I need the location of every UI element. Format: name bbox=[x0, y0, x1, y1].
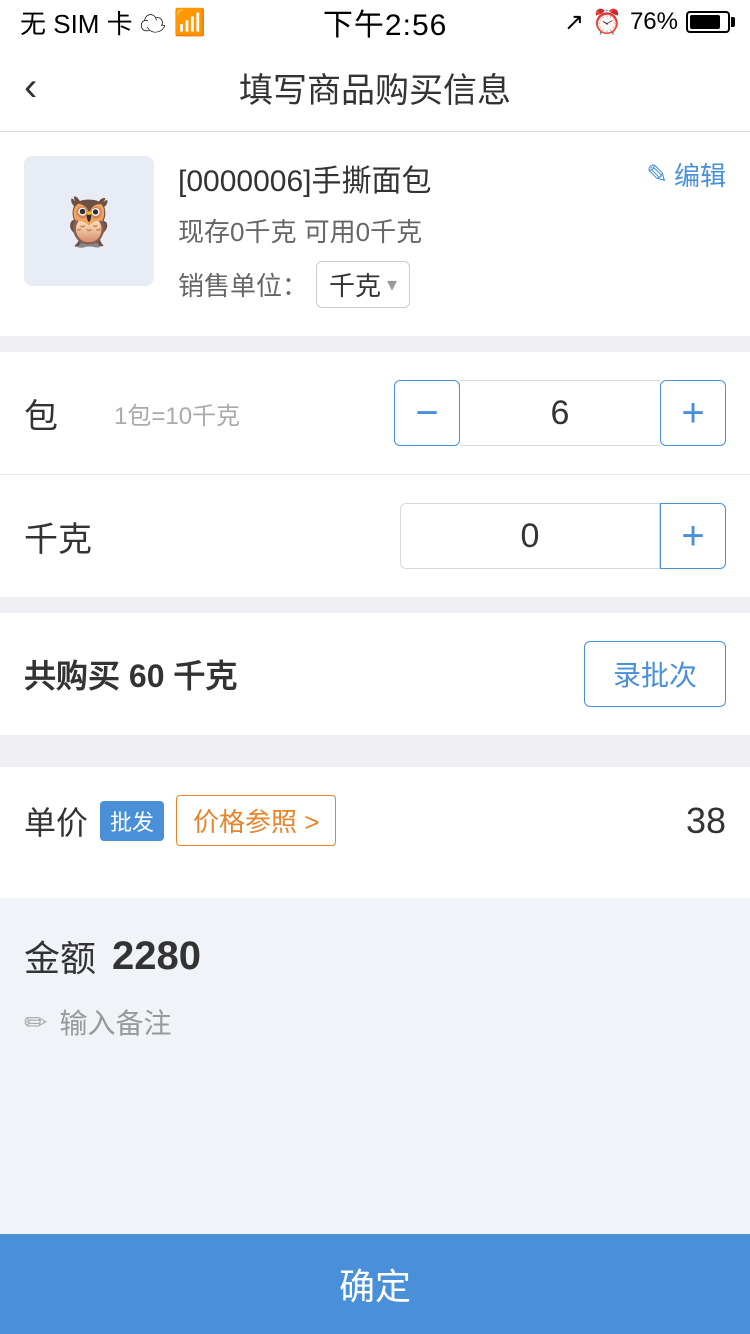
product-unit-row: 销售单位： 千克 ▾ bbox=[178, 261, 726, 308]
bag-quantity-control: − + bbox=[394, 380, 726, 446]
kg-increment-button[interactable]: + bbox=[660, 503, 726, 569]
wifi-icon: 📶 bbox=[174, 7, 206, 38]
total-text: 共购买 60 千克 bbox=[24, 651, 237, 697]
bag-decrement-button[interactable]: − bbox=[394, 380, 460, 446]
product-name: [0000006]手撕面包 bbox=[178, 156, 726, 200]
chevron-down-icon: ▾ bbox=[387, 272, 397, 297]
amount-row: 金额 2280 bbox=[24, 930, 726, 982]
price-badge: 批发 bbox=[100, 801, 164, 841]
content-area: 🦉 [0000006]手撕面包 现存0千克 可用0千克 销售单位： 千克 ▾ ✎… bbox=[0, 132, 750, 1234]
unit-value: 千克 bbox=[329, 266, 381, 303]
product-info: [0000006]手撕面包 现存0千克 可用0千克 销售单位： 千克 ▾ bbox=[178, 156, 726, 308]
kg-input-row: 千克 + bbox=[0, 475, 750, 597]
price-value: 38 bbox=[686, 800, 726, 842]
battery-percent: 76% bbox=[630, 8, 678, 36]
alarm-icon: ⏰ bbox=[592, 8, 622, 37]
amount-label: 金额 bbox=[24, 930, 96, 982]
total-section: 共购买 60 千克 录批次 bbox=[0, 613, 750, 735]
nav-bar: ‹ 填写商品购买信息 bbox=[0, 44, 750, 132]
edit-button[interactable]: ✎ 编辑 bbox=[646, 156, 726, 193]
price-label: 单价 bbox=[24, 798, 88, 844]
amount-value: 2280 bbox=[112, 934, 201, 979]
status-time: 下午2:56 bbox=[323, 0, 447, 44]
bag-increment-button[interactable]: + bbox=[660, 380, 726, 446]
total-suffix: 千克 bbox=[173, 658, 237, 694]
divider bbox=[0, 751, 750, 767]
bag-label: 包 bbox=[24, 389, 104, 438]
edit-icon: ✎ bbox=[646, 159, 668, 190]
page-title: 填写商品购买信息 bbox=[239, 63, 511, 112]
bag-hint: 1包=10千克 bbox=[114, 396, 394, 431]
status-left: 无 SIM 卡 ☁ 📶 bbox=[20, 4, 206, 41]
product-stock: 现存0千克 可用0千克 bbox=[178, 212, 726, 249]
remark-placeholder[interactable]: 输入备注 bbox=[59, 1002, 171, 1042]
total-prefix: 共购买 bbox=[24, 658, 120, 694]
status-right: ↗ ⏰ 76% bbox=[564, 8, 730, 37]
total-amount: 60 bbox=[129, 658, 165, 694]
battery-icon bbox=[686, 11, 730, 33]
location-icon: ↗ bbox=[564, 8, 584, 37]
price-section: 单价 批发 价格参照 > 38 bbox=[0, 767, 750, 898]
status-bar: 无 SIM 卡 ☁ 📶 下午2:56 ↗ ⏰ 76% bbox=[0, 0, 750, 44]
price-label-group: 单价 批发 价格参照 > bbox=[24, 795, 336, 846]
unit-label: 销售单位： bbox=[178, 266, 308, 303]
product-card: 🦉 [0000006]手撕面包 现存0千克 可用0千克 销售单位： 千克 ▾ ✎… bbox=[0, 132, 750, 336]
remark-row[interactable]: ✏ 输入备注 bbox=[24, 1002, 726, 1042]
product-image: 🦉 bbox=[24, 156, 154, 286]
back-button[interactable]: ‹ bbox=[24, 65, 37, 110]
kg-quantity-input[interactable] bbox=[400, 503, 660, 569]
unit-selector[interactable]: 千克 ▾ bbox=[316, 261, 410, 308]
amount-section: 金额 2280 ✏ 输入备注 bbox=[0, 898, 750, 1234]
input-section: 包 1包=10千克 − + 千克 + bbox=[0, 352, 750, 597]
product-logo: 🦉 bbox=[59, 193, 119, 250]
bag-input-row: 包 1包=10千克 − + bbox=[0, 352, 750, 475]
kg-label: 千克 bbox=[24, 512, 104, 561]
batch-button[interactable]: 录批次 bbox=[584, 641, 726, 707]
kg-quantity-control: + bbox=[400, 503, 726, 569]
confirm-button[interactable]: 确定 bbox=[0, 1234, 750, 1334]
sim-status: 无 SIM 卡 ☁ bbox=[20, 4, 166, 41]
edit-label: 编辑 bbox=[674, 156, 726, 193]
price-reference-button[interactable]: 价格参照 > bbox=[176, 795, 336, 846]
pencil-icon: ✏ bbox=[24, 1006, 47, 1039]
price-row: 单价 批发 价格参照 > 38 bbox=[24, 795, 726, 846]
bag-quantity-input[interactable] bbox=[460, 380, 660, 446]
